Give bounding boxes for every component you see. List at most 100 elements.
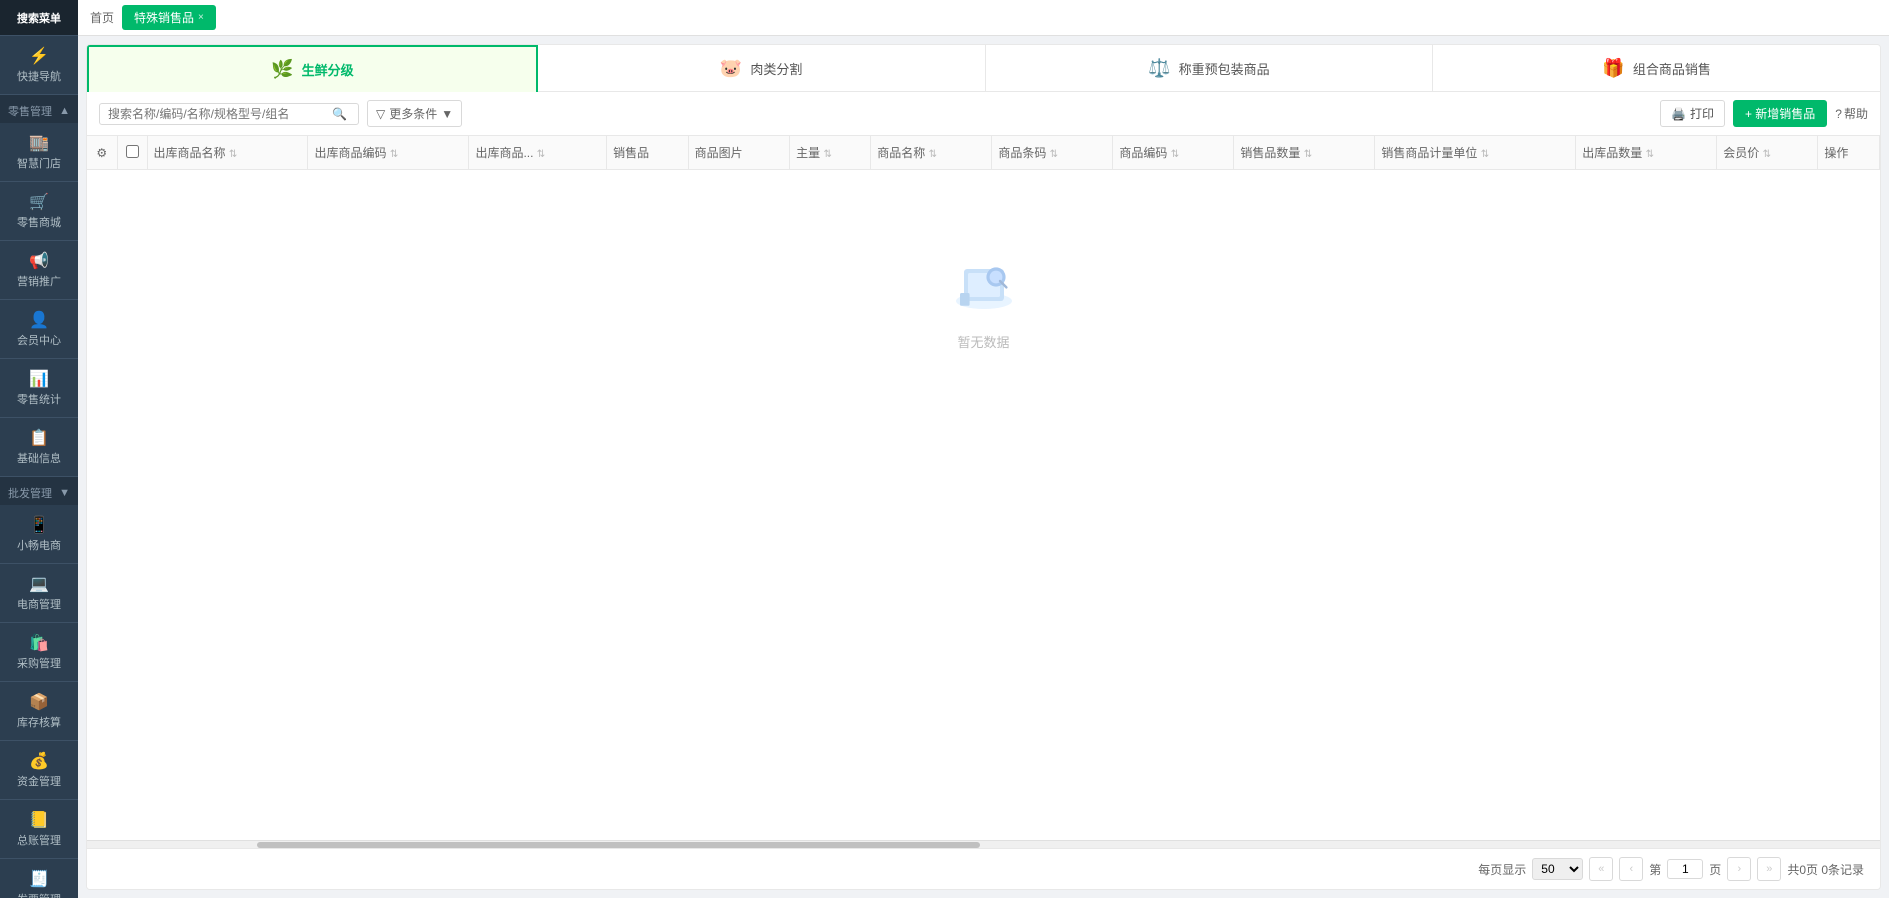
- sidebar-item-label: 小畅电商: [17, 537, 61, 553]
- sidebar-item-member[interactable]: 👤 会员中心: [0, 300, 78, 359]
- sidebar-section-wholesale[interactable]: 批发管理 ▼: [0, 477, 78, 505]
- sidebar-item-ecommerce[interactable]: 💻 电商管理: [0, 564, 78, 623]
- col-out-goods-name[interactable]: 出库商品名称 ⇅: [147, 136, 308, 170]
- col-out-goods-code[interactable]: 出库商品编码 ⇅: [308, 136, 469, 170]
- page-input[interactable]: [1667, 859, 1703, 879]
- sidebar-item-finance[interactable]: 💰 资金管理: [0, 741, 78, 800]
- meat-cutting-icon: 🐷: [720, 58, 742, 79]
- last-page-button[interactable]: »: [1757, 857, 1781, 881]
- help-button[interactable]: ? 帮助: [1835, 105, 1868, 122]
- active-tab-label: 特殊销售品: [134, 9, 194, 26]
- smart-store-icon: 🏬: [29, 133, 49, 153]
- col-out-goods-spec[interactable]: 出库商品... ⇅: [469, 136, 607, 170]
- table-container: ⚙ 出库商品名称 ⇅ 出库商品编码 ⇅: [87, 136, 1880, 840]
- pagination: 每页显示 50 10 20 100 « ‹ 第 页 › » 共0页 0条记录: [87, 848, 1880, 889]
- invoice-icon: 🧾: [29, 869, 49, 889]
- content-area: 🌿 生鲜分级 🐷 肉类分割 ⚖️ 称重预包装商品 🎁 组合商品销售 🔍: [86, 44, 1881, 890]
- sidebar-item-marketing[interactable]: 📢 营销推广: [0, 241, 78, 300]
- page-size-label: 每页显示: [1478, 861, 1526, 878]
- col-selling-unit[interactable]: 销售商品计量单位 ⇅: [1375, 136, 1576, 170]
- table-header-row: ⚙ 出库商品名称 ⇅ 出库商品编码 ⇅: [87, 136, 1880, 170]
- tab-meat-cutting[interactable]: 🐷 肉类分割: [538, 45, 986, 91]
- column-settings-icon: ⚙: [96, 146, 107, 160]
- sort-icon: ⇅: [390, 149, 398, 160]
- filter-arrow-icon: ▼: [441, 107, 453, 121]
- toolbar-right: 🖨️ 打印 + 新增销售品 ? 帮助: [1660, 100, 1868, 127]
- col-out-qty[interactable]: 出库品数量 ⇅: [1576, 136, 1717, 170]
- tab-close-icon[interactable]: ×: [198, 12, 204, 23]
- col-checkbox[interactable]: [117, 136, 147, 170]
- mini-store-icon: 📱: [29, 515, 49, 535]
- print-icon: 🖨️: [1671, 107, 1686, 121]
- sort-icon: ⇅: [1646, 149, 1654, 160]
- sidebar-item-label: 发票管理: [17, 891, 61, 898]
- tab-combo-sales-label: 组合商品销售: [1633, 59, 1711, 78]
- sidebar-item-smart-store[interactable]: 🏬 智慧门店: [0, 123, 78, 182]
- select-all-checkbox[interactable]: [126, 145, 139, 158]
- col-goods-image[interactable]: 商品图片: [688, 136, 790, 170]
- tab-fresh-grading[interactable]: 🌿 生鲜分级: [87, 45, 538, 92]
- col-settings[interactable]: ⚙: [87, 136, 117, 170]
- prev-page-button[interactable]: ‹: [1619, 857, 1643, 881]
- col-selling-goods[interactable]: 销售品: [607, 136, 689, 170]
- retail-stats-icon: 📊: [29, 369, 49, 389]
- data-table: ⚙ 出库商品名称 ⇅ 出库商品编码 ⇅: [87, 136, 1880, 170]
- sort-icon: ⇅: [1304, 149, 1312, 160]
- col-goods-code[interactable]: 商品编码 ⇅: [1113, 136, 1234, 170]
- sidebar-item-quick-nav[interactable]: ⚡ 快捷导航: [0, 36, 78, 95]
- empty-state: 暂无数据: [87, 170, 1880, 431]
- sort-icon: ⇅: [1763, 149, 1771, 160]
- sort-icon: ⇅: [929, 149, 937, 160]
- ecommerce-icon: 💻: [29, 574, 49, 594]
- tab-combo-sales[interactable]: 🎁 组合商品销售: [1433, 45, 1880, 91]
- type-tabs: 🌿 生鲜分级 🐷 肉类分割 ⚖️ 称重预包装商品 🎁 组合商品销售: [87, 45, 1880, 92]
- filter-label: 更多条件: [389, 105, 437, 122]
- sidebar-item-invoice[interactable]: 🧾 发票管理: [0, 859, 78, 898]
- sidebar-section-label: 零售管理: [8, 103, 52, 119]
- sidebar-item-retail-mall[interactable]: 🛒 零售商城: [0, 182, 78, 241]
- search-box[interactable]: 🔍: [99, 103, 359, 125]
- sidebar-section-retail[interactable]: 零售管理 ▲: [0, 95, 78, 123]
- sidebar-item-general-ledger[interactable]: 📒 总账管理: [0, 800, 78, 859]
- col-goods-barcode[interactable]: 商品条码 ⇅: [992, 136, 1113, 170]
- sidebar-item-label: 会员中心: [17, 332, 61, 348]
- sidebar-item-retail-stats[interactable]: 📊 零售统计: [0, 359, 78, 418]
- search-input[interactable]: [108, 107, 328, 121]
- topbar-home[interactable]: 首页: [90, 9, 114, 26]
- col-member-price[interactable]: 会员价 ⇅: [1717, 136, 1818, 170]
- next-page-button[interactable]: ›: [1727, 857, 1751, 881]
- sort-icon: ⇅: [537, 149, 545, 160]
- tab-meat-cutting-label: 肉类分割: [750, 59, 802, 78]
- sort-icon: ⇅: [1481, 149, 1489, 160]
- first-page-button[interactable]: «: [1589, 857, 1613, 881]
- scroll-thumb[interactable]: [257, 842, 980, 848]
- sidebar-item-basic-info[interactable]: 📋 基础信息: [0, 418, 78, 477]
- topbar-active-tab[interactable]: 特殊销售品 ×: [122, 5, 216, 30]
- add-button[interactable]: + 新增销售品: [1733, 100, 1827, 127]
- horizontal-scrollbar[interactable]: [87, 840, 1880, 848]
- sidebar-item-label: 采购管理: [17, 655, 61, 671]
- col-selling-qty[interactable]: 销售品数量 ⇅: [1234, 136, 1375, 170]
- sidebar-logo[interactable]: 搜索菜单: [0, 0, 78, 36]
- sidebar-item-purchase[interactable]: 🛍️ 采购管理: [0, 623, 78, 682]
- sidebar-item-inventory[interactable]: 📦 库存核算: [0, 682, 78, 741]
- retail-expand-icon: ▲: [59, 105, 70, 117]
- general-ledger-icon: 📒: [29, 810, 49, 830]
- tab-weight-prepack[interactable]: ⚖️ 称重预包装商品: [986, 45, 1434, 91]
- sidebar-item-label: 营销推广: [17, 273, 61, 289]
- col-goods-name[interactable]: 商品名称 ⇅: [871, 136, 992, 170]
- page-size-select[interactable]: 50 10 20 100: [1532, 858, 1583, 880]
- purchase-icon: 🛍️: [29, 633, 49, 653]
- col-weight[interactable]: 主量 ⇅: [790, 136, 871, 170]
- sidebar-item-mini-store[interactable]: 📱 小畅电商: [0, 505, 78, 564]
- sidebar-item-label: 基础信息: [17, 450, 61, 466]
- tab-fresh-grading-label: 生鲜分级: [302, 60, 354, 79]
- topbar: 首页 特殊销售品 ×: [78, 0, 1889, 36]
- empty-icon: [944, 250, 1024, 320]
- filter-button[interactable]: ▽ 更多条件 ▼: [367, 100, 462, 127]
- total-text: 共0页 0条记录: [1787, 861, 1864, 878]
- print-button[interactable]: 🖨️ 打印: [1660, 100, 1725, 127]
- sidebar-item-label: 零售统计: [17, 391, 61, 407]
- toolbar: 🔍 ▽ 更多条件 ▼ 🖨️ 打印 + 新增销售品 ? 帮助: [87, 92, 1880, 136]
- sort-icon: ⇅: [1050, 149, 1058, 160]
